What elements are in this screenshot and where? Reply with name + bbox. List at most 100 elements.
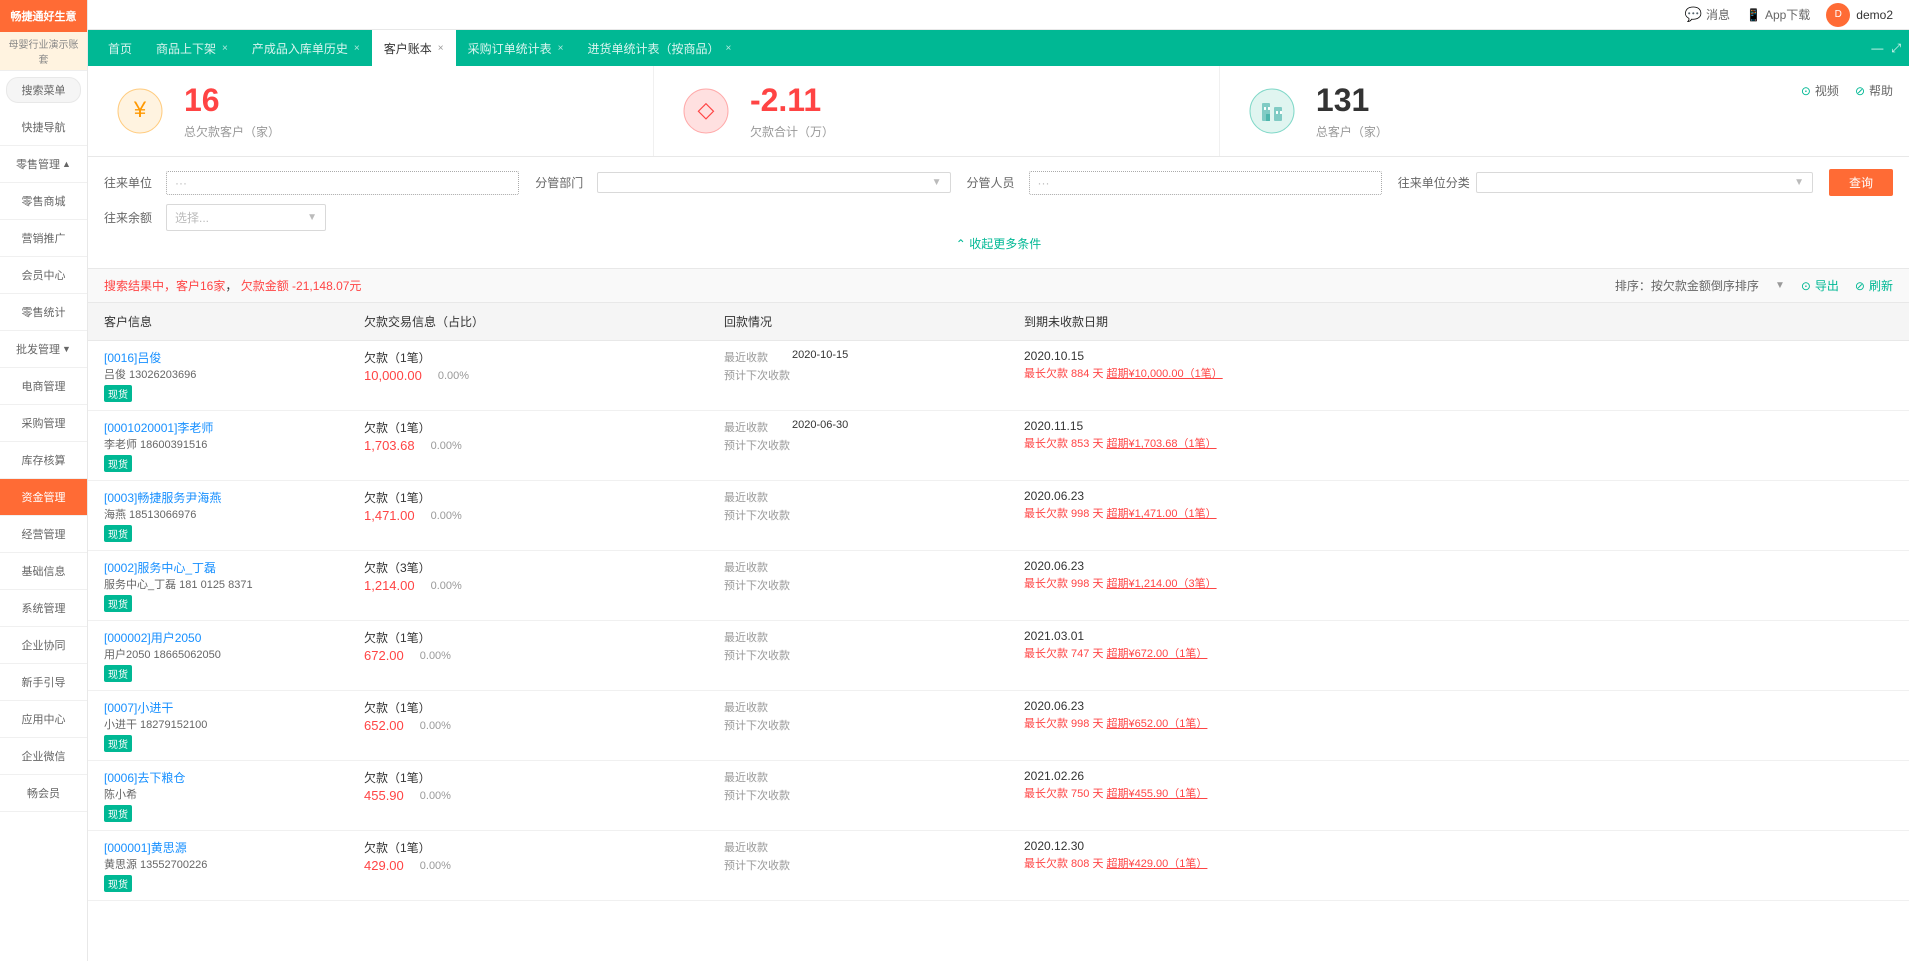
window-controls: — ⤢	[1871, 41, 1901, 56]
debt-count: 欠款（1笔）	[364, 769, 692, 786]
next-collect-label: 预计下次收款	[724, 860, 790, 872]
sidebar-item-label: 会员中心	[4, 267, 83, 283]
sidebar-item-enterprise[interactable]: 企业协同	[0, 627, 87, 664]
refresh-label: 刷新	[1869, 277, 1893, 294]
due-date: 2020.12.30	[1024, 839, 1893, 853]
customer-name[interactable]: [000002]用户2050	[104, 629, 332, 646]
debt-amount: 429.00	[364, 858, 404, 873]
tab-production-history[interactable]: 产成品入库单历史 ×	[240, 30, 372, 66]
customer-name[interactable]: [0006]去下粮仓	[104, 769, 332, 786]
tab-product-listing-close[interactable]: ×	[222, 43, 228, 54]
customer-info-cell: [0016]吕俊 吕俊 13026203696 现货	[88, 341, 348, 411]
sidebar-item-retail-mgmt[interactable]: 零售管理 ▲	[0, 146, 87, 183]
overdue-amount[interactable]: 超期¥429.00（1笔）	[1107, 858, 1208, 870]
search-button[interactable]: 查询	[1829, 169, 1893, 196]
due-date-cell: 2020.06.23 最长欠款 998 天 超期¥652.00（1笔）	[1008, 691, 1909, 761]
customer-info-cell: [0007]小进干 小进干 18279152100 现货	[88, 691, 348, 761]
collapse-btn[interactable]: ⌃ 收起更多条件	[104, 231, 1893, 256]
customer-name[interactable]: [0016]吕俊	[104, 349, 332, 366]
sidebar-item-wechat[interactable]: 企业微信	[0, 738, 87, 775]
sidebar-item-vip-member[interactable]: 畅会员	[0, 775, 87, 812]
overdue-amount[interactable]: 超期¥10,000.00（1笔）	[1107, 368, 1223, 380]
sidebar-item-retail-stats[interactable]: 零售统计	[0, 294, 87, 331]
tab-product-listing[interactable]: 商品上下架 ×	[144, 30, 240, 66]
next-collect-label: 预计下次收款	[724, 720, 790, 732]
sidebar-item-basic-info[interactable]: 基础信息	[0, 553, 87, 590]
tab-production-history-close[interactable]: ×	[354, 43, 360, 54]
col-due-date: 到期未收款日期	[1008, 303, 1909, 341]
unit-type-select[interactable]: ▼	[1476, 172, 1813, 193]
overdue-amount[interactable]: 超期¥672.00（1笔）	[1107, 648, 1208, 660]
arrow-icon: ▼	[62, 344, 71, 354]
balance-select[interactable]: 选择... ▼	[166, 204, 326, 231]
sidebar-item-ops-mgmt[interactable]: 经营管理	[0, 516, 87, 553]
total-customers-number: 131	[1316, 82, 1761, 119]
tab-home[interactable]: 首页	[96, 30, 144, 66]
overdue-amount[interactable]: 超期¥652.00（1笔）	[1107, 718, 1208, 730]
tab-inventory-stats-close[interactable]: ×	[725, 43, 731, 54]
dept-select[interactable]: ▼	[597, 172, 950, 193]
overdue-amount[interactable]: 超期¥1,214.00（3笔）	[1107, 578, 1217, 590]
customer-phone: 李老师 18600391516	[104, 436, 332, 452]
sidebar-item-app-center[interactable]: 应用中心	[0, 701, 87, 738]
sidebar-item-ecom-mgmt[interactable]: 电商管理	[0, 368, 87, 405]
last-collect-date: 2020-06-30	[792, 419, 848, 435]
customer-tag: 现货	[104, 525, 132, 542]
message-label: 消息	[1706, 6, 1730, 23]
user-menu[interactable]: D demo2	[1826, 3, 1893, 27]
sidebar-item-sys-mgmt[interactable]: 系统管理	[0, 590, 87, 627]
tab-customer-ledger[interactable]: 客户账本 ×	[372, 30, 456, 66]
customer-name[interactable]: [0007]小进干	[104, 699, 332, 716]
overdue-amount[interactable]: 超期¥1,703.68（1笔）	[1107, 438, 1217, 450]
customer-name[interactable]: [000001]黄思源	[104, 839, 332, 856]
minimize-icon[interactable]: —	[1871, 41, 1883, 55]
overdue-customers-number: 16	[184, 82, 629, 119]
customer-name[interactable]: [0003]畅捷服务尹海燕	[104, 489, 332, 506]
sidebar-item-newbie[interactable]: 新手引导	[0, 664, 87, 701]
video-btn[interactable]: ⊙ 视频	[1801, 82, 1839, 99]
sidebar-item-purchase-mgmt[interactable]: 采购管理	[0, 405, 87, 442]
debt-info-cell: 欠款（1笔） 455.90 0.00%	[348, 761, 708, 831]
debt-percent: 0.00%	[420, 860, 451, 872]
sidebar-item-retail-mall[interactable]: 零售商城	[0, 183, 87, 220]
sidebar-item-marketing[interactable]: 营销推广	[0, 220, 87, 257]
collapse-label: 收起更多条件	[969, 237, 1041, 251]
sidebar-item-finance-mgmt[interactable]: 资金管理	[0, 479, 87, 516]
overdue-amount[interactable]: 超期¥1,471.00（1笔）	[1107, 508, 1217, 520]
debt-percent: 0.00%	[420, 650, 451, 662]
app-download-btn[interactable]: 📱 App下载	[1746, 6, 1810, 23]
last-collect-label: 最近收款	[724, 489, 768, 505]
customer-name[interactable]: [0001020001]李老师	[104, 419, 332, 436]
overdue-days: 最长欠款 998 天	[1024, 578, 1107, 590]
overdue-customers-label: 总欠款客户（家）	[184, 123, 629, 140]
main-area: 💬 消息 📱 App下载 D demo2 首页 商品上下架 × 产成品入库单历史	[88, 0, 1909, 961]
sidebar-item-batch-mgmt[interactable]: 批发管理 ▼	[0, 331, 87, 368]
svg-text:◇: ◇	[697, 97, 714, 122]
tab-home-label: 首页	[108, 40, 132, 57]
search-menu-button[interactable]: 搜索菜单	[6, 77, 81, 103]
maximize-icon[interactable]: ⤢	[1891, 41, 1901, 56]
col-recovery: 回款情况	[708, 303, 1008, 341]
customer-name[interactable]: [0002]服务中心_丁磊	[104, 559, 332, 576]
sidebar-item-inventory[interactable]: 库存核算	[0, 442, 87, 479]
svg-text:¥: ¥	[133, 97, 147, 122]
person-input[interactable]: ···	[1029, 171, 1382, 195]
export-btn[interactable]: ⊙ 导出	[1801, 277, 1839, 294]
sidebar-item-label: 应用中心	[4, 711, 83, 727]
help-icon: ⊘	[1855, 84, 1865, 98]
sidebar-header: 畅捷通好生意	[0, 0, 87, 32]
sidebar-item-quick-nav[interactable]: 快捷导航	[0, 109, 87, 146]
customer-phone: 用户2050 18665062050	[104, 646, 332, 662]
tab-purchase-stats[interactable]: 采购订单统计表 ×	[456, 30, 576, 66]
tab-purchase-stats-close[interactable]: ×	[558, 43, 564, 54]
sidebar-item-label: 快捷导航	[4, 119, 83, 135]
overdue-amount[interactable]: 超期¥455.90（1笔）	[1107, 788, 1208, 800]
refresh-btn[interactable]: ⊘ 刷新	[1855, 277, 1893, 294]
tab-inventory-stats[interactable]: 进货单统计表（按商品） ×	[575, 30, 743, 66]
sidebar-item-member[interactable]: 会员中心	[0, 257, 87, 294]
help-btn[interactable]: ⊘ 帮助	[1855, 82, 1893, 99]
tab-customer-ledger-close[interactable]: ×	[438, 43, 444, 54]
message-btn[interactable]: 💬 消息	[1685, 6, 1730, 23]
customer-unit-input[interactable]: ···	[166, 171, 519, 195]
due-date-cell: 2020.06.23 最长欠款 998 天 超期¥1,471.00（1笔）	[1008, 481, 1909, 551]
